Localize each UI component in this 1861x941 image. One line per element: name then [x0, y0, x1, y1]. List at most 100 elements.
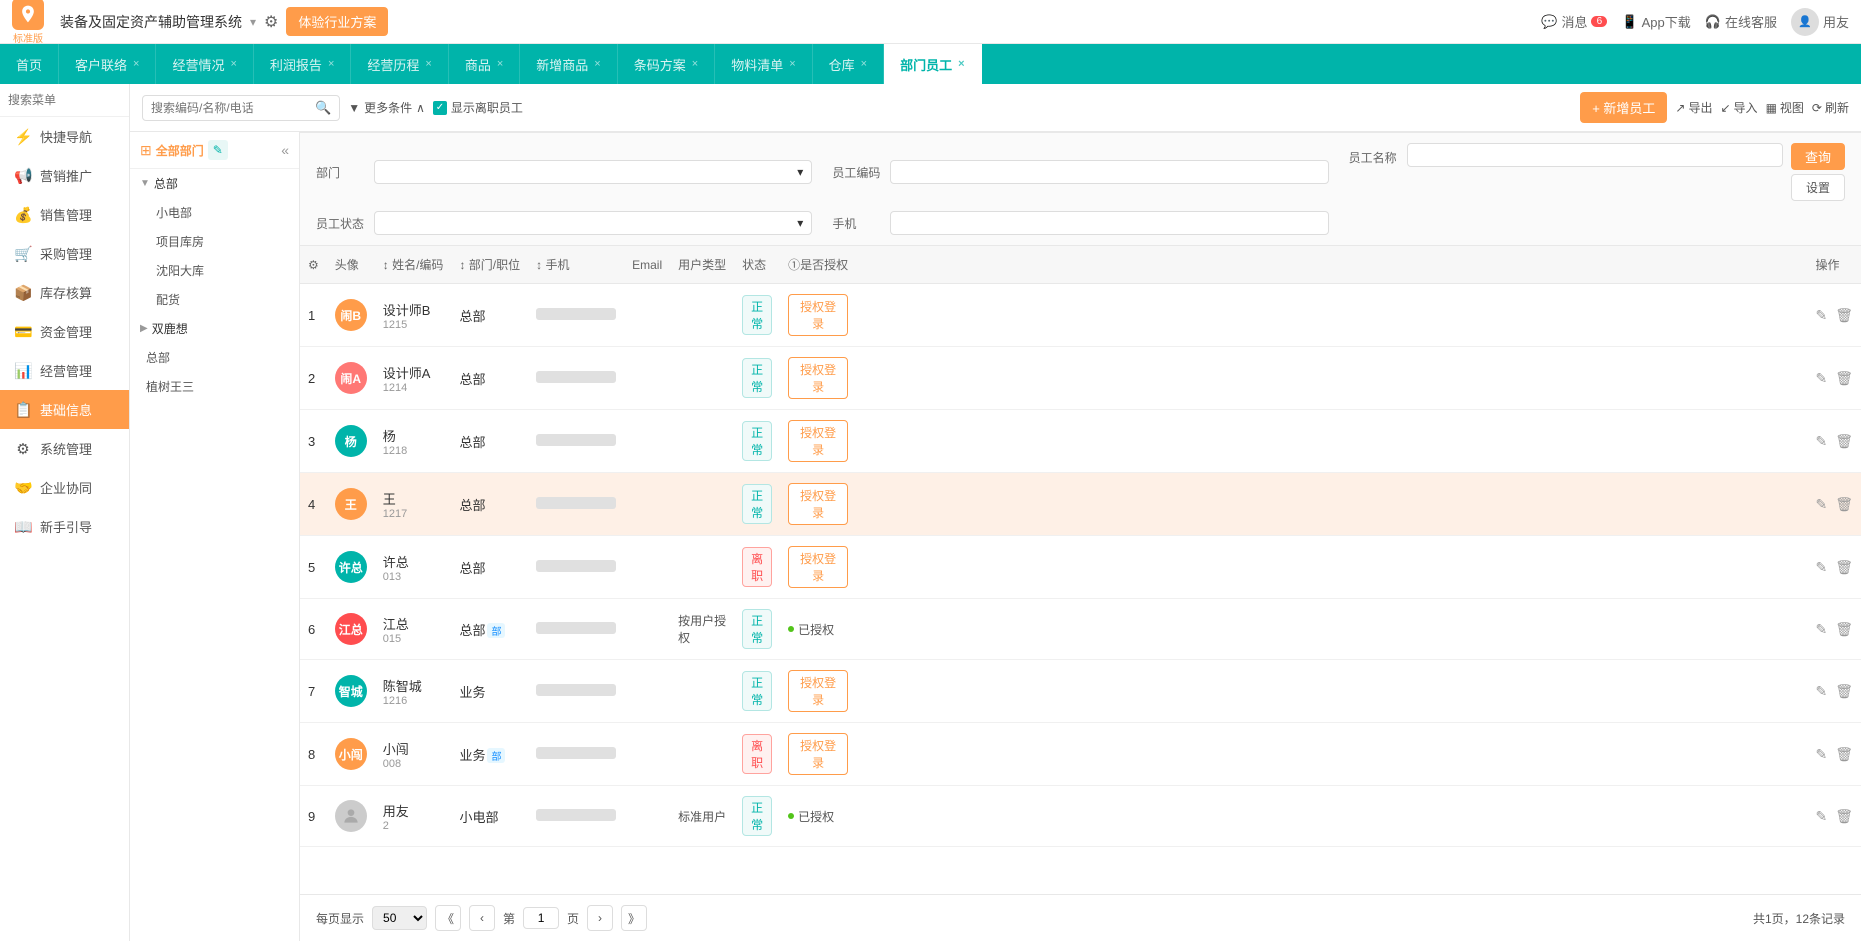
trial-button[interactable]: 体验行业方案	[286, 7, 388, 36]
message-btn[interactable]: 💬 消息 6	[1541, 12, 1607, 31]
first-page-btn[interactable]: 《	[435, 905, 461, 931]
delete-icon[interactable]: 🗑	[1835, 621, 1853, 638]
dept-item-zhishuwangsan[interactable]: 植树王三	[130, 372, 299, 401]
tab-new-goods[interactable]: 新增商品×	[520, 44, 617, 84]
dept-tree-all-label[interactable]: 全部部门	[156, 142, 204, 159]
close-employees-tab[interactable]: ×	[958, 58, 964, 70]
edit-icon[interactable]: ✎	[1815, 746, 1827, 763]
delete-icon[interactable]: 🗑	[1835, 746, 1853, 763]
close-history-tab[interactable]: ×	[425, 58, 431, 70]
col-dept[interactable]: ↕ 部门/职位	[451, 246, 528, 284]
filter-search-btn[interactable]: 查询	[1791, 143, 1845, 170]
edit-icon[interactable]: ✎	[1815, 307, 1827, 324]
close-operations-tab[interactable]: ×	[230, 58, 236, 70]
sidebar-item-system[interactable]: ⚙ 系统管理	[0, 429, 129, 468]
app-download-btn[interactable]: 📱 App下载	[1621, 12, 1690, 31]
delete-icon[interactable]: 🗑	[1835, 307, 1853, 324]
auth-login-btn[interactable]: 授权登录	[788, 483, 848, 525]
tab-profit[interactable]: 利润报告×	[254, 44, 351, 84]
dept-item-shenyangdaku[interactable]: 沈阳大库	[140, 256, 299, 285]
tab-warehouse[interactable]: 仓库×	[813, 44, 884, 84]
sidebar-item-inventory[interactable]: 📦 库存核算	[0, 273, 129, 312]
close-customer-tab[interactable]: ×	[133, 58, 139, 70]
filter-dept-select[interactable]: ▾	[374, 160, 812, 184]
edit-icon[interactable]: ✎	[1815, 621, 1827, 638]
add-employee-button[interactable]: + 新增员工	[1580, 92, 1667, 123]
edit-icon[interactable]: ✎	[1815, 433, 1827, 450]
edit-icon[interactable]: ✎	[1815, 683, 1827, 700]
auth-login-btn[interactable]: 授权登录	[788, 670, 848, 712]
tab-goods[interactable]: 商品×	[449, 44, 520, 84]
import-btn[interactable]: ↙ 导入	[1720, 99, 1757, 116]
close-bom-tab[interactable]: ×	[789, 58, 795, 70]
search-input[interactable]	[151, 101, 311, 115]
col-settings-icon[interactable]: ⚙	[308, 258, 319, 272]
filter-empstatus-select[interactable]: ▾	[374, 211, 812, 235]
online-service-btn[interactable]: 🎧 在线客服	[1705, 12, 1777, 31]
refresh-btn[interactable]: ⟳ 刷新	[1812, 99, 1849, 116]
sidebar-item-guide[interactable]: 📖 新手引导	[0, 507, 129, 546]
tab-history[interactable]: 经营历程×	[351, 44, 448, 84]
edit-icon[interactable]: ✎	[1815, 370, 1827, 387]
close-barcode-tab[interactable]: ×	[692, 58, 698, 70]
sidebar-item-finance[interactable]: 💳 资金管理	[0, 312, 129, 351]
show-inactive-checkbox[interactable]: ✓	[433, 101, 447, 115]
dept-collapse-btn[interactable]: «	[281, 142, 289, 158]
page-input[interactable]	[523, 907, 559, 929]
title-arrow[interactable]: ▾	[250, 15, 256, 29]
tab-bom[interactable]: 物料清单×	[715, 44, 812, 84]
dept-group-shuanglu[interactable]: ▶ 双鹿想	[130, 314, 299, 343]
sidebar-item-purchase[interactable]: 🛒 采购管理	[0, 234, 129, 273]
filter-reset-btn[interactable]: 设置	[1791, 174, 1845, 201]
tab-customer[interactable]: 客户联络×	[59, 44, 156, 84]
export-btn[interactable]: ↗ 导出	[1675, 99, 1712, 116]
dept-item-xiaodianbu[interactable]: 小电部	[140, 198, 299, 227]
edit-icon[interactable]: ✎	[1815, 559, 1827, 576]
view-btn[interactable]: ▦ 视图	[1766, 99, 1804, 116]
delete-icon[interactable]: 🗑	[1835, 433, 1853, 450]
filter-empname-input[interactable]	[1407, 143, 1783, 167]
close-profit-tab[interactable]: ×	[328, 58, 334, 70]
auth-login-btn[interactable]: 授权登录	[788, 420, 848, 462]
close-new-goods-tab[interactable]: ×	[594, 58, 600, 70]
edit-icon[interactable]: ✎	[1815, 808, 1827, 825]
delete-icon[interactable]: 🗑	[1835, 559, 1853, 576]
last-page-btn[interactable]: 》	[621, 905, 647, 931]
sidebar-item-basic[interactable]: 📋 基础信息	[0, 390, 129, 429]
filter-phone-input[interactable]	[890, 211, 1328, 235]
close-warehouse-tab[interactable]: ×	[861, 58, 867, 70]
settings-icon[interactable]: ⚙	[264, 12, 278, 32]
delete-icon[interactable]: 🗑	[1835, 808, 1853, 825]
delete-icon[interactable]: 🗑	[1835, 370, 1853, 387]
more-filter-btn[interactable]: ▼ 更多条件 ∧	[348, 99, 425, 116]
dept-item-zongbu2[interactable]: 总部	[130, 343, 299, 372]
dept-group-zongbu[interactable]: ▼ 总部	[130, 169, 299, 198]
delete-icon[interactable]: 🗑	[1835, 683, 1853, 700]
sidebar-item-sales[interactable]: 💰 销售管理	[0, 195, 129, 234]
auth-login-btn[interactable]: 授权登录	[788, 546, 848, 588]
sidebar-item-management[interactable]: 📊 经营管理	[0, 351, 129, 390]
dept-edit-icon[interactable]: ✎	[208, 140, 228, 160]
tab-employees[interactable]: 部门员工×	[884, 44, 981, 84]
col-name-code[interactable]: ↕ 姓名/编码	[375, 246, 452, 284]
prev-page-btn[interactable]: ‹	[469, 905, 495, 931]
per-page-select[interactable]: 50 20 100	[372, 906, 427, 930]
delete-icon[interactable]: 🗑	[1835, 496, 1853, 513]
col-phone[interactable]: ↕ 手机	[528, 246, 624, 284]
edit-icon[interactable]: ✎	[1815, 496, 1827, 513]
tab-home[interactable]: 首页	[0, 44, 59, 84]
auth-login-btn[interactable]: 授权登录	[788, 357, 848, 399]
auth-login-btn[interactable]: 授权登录	[788, 294, 848, 336]
dept-item-xiangmukufang[interactable]: 项目库房	[140, 227, 299, 256]
sidebar-item-marketing[interactable]: 📢 营销推广	[0, 156, 129, 195]
sidebar-item-collab[interactable]: 🤝 企业协同	[0, 468, 129, 507]
close-goods-tab[interactable]: ×	[497, 58, 503, 70]
next-page-btn[interactable]: ›	[587, 905, 613, 931]
user-menu-btn[interactable]: 👤 用友	[1791, 8, 1849, 36]
filter-empcode-input[interactable]	[890, 160, 1328, 184]
sidebar-item-quicknav[interactable]: ⚡ 快捷导航	[0, 117, 129, 156]
dept-item-peihuo[interactable]: 配货	[140, 285, 299, 314]
auth-login-btn[interactable]: 授权登录	[788, 733, 848, 775]
tab-operations[interactable]: 经营情况×	[156, 44, 253, 84]
tab-barcode[interactable]: 条码方案×	[618, 44, 715, 84]
